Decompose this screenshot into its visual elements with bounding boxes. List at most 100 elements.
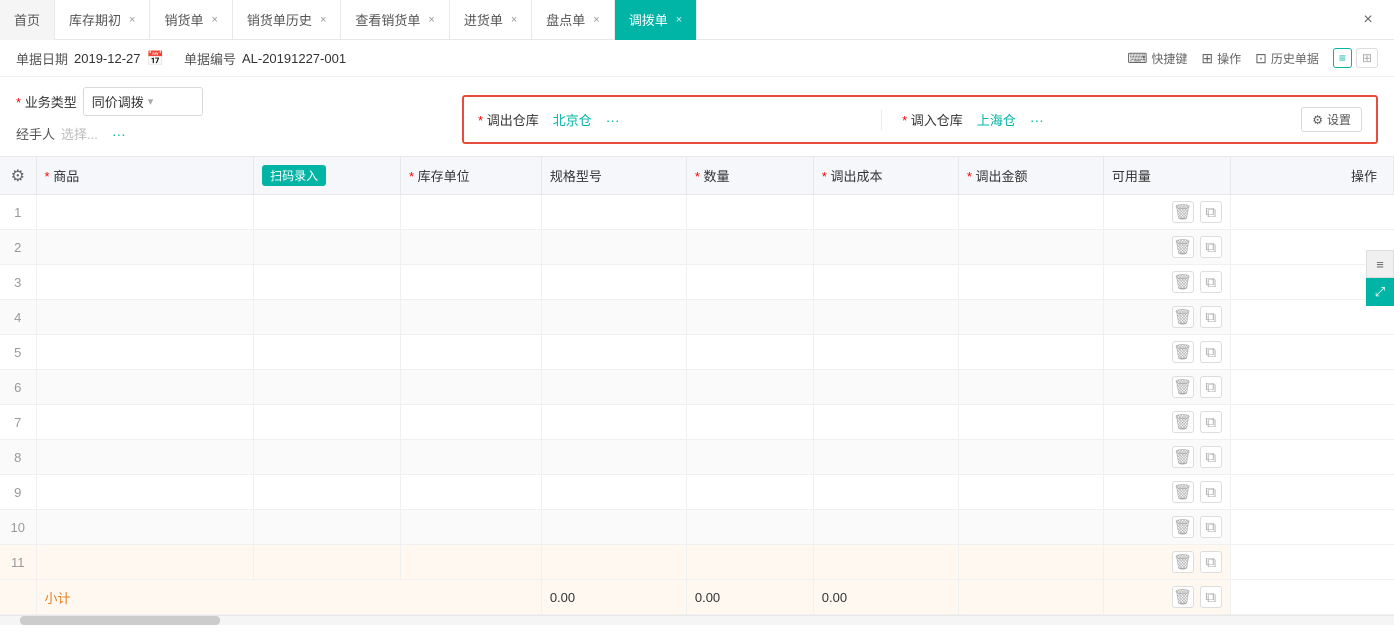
tab-inventory-init[interactable]: 库存期初 × [55,0,150,40]
row-avail[interactable] [958,475,1103,510]
tab-view-sales-close[interactable]: × [428,14,434,26]
row-cost[interactable] [686,405,813,440]
row-spec[interactable] [400,265,541,300]
row-cost[interactable] [686,475,813,510]
row-goods[interactable] [36,475,254,510]
horizontal-scrollbar[interactable] [0,615,1394,625]
subtotal-delete-button[interactable]: 🗑 [1172,586,1194,608]
float-expand-button[interactable]: ⤢ [1366,278,1394,306]
to-warehouse-more-button[interactable]: ··· [1030,112,1044,128]
row-cost[interactable] [686,370,813,405]
row-cost[interactable] [686,440,813,475]
copy-row-button[interactable]: ⧉ [1200,446,1222,468]
operation-button[interactable]: ⊞ 操作 [1201,50,1241,67]
row-avail[interactable] [958,440,1103,475]
tab-sales-order[interactable]: 销货单 × [150,0,232,40]
row-goods[interactable] [36,405,254,440]
row-cost[interactable] [686,265,813,300]
row-cost[interactable] [686,510,813,545]
row-amount[interactable] [813,475,958,510]
row-qty[interactable] [541,195,686,230]
list-view-button[interactable]: ≡ [1333,48,1352,68]
row-spec[interactable] [400,545,541,580]
biz-type-select[interactable]: 同价调拨 ▾ [83,87,203,116]
scan-entry-button[interactable]: 扫码录入 [262,165,326,186]
tab-view-sales[interactable]: 查看销货单 × [341,0,449,40]
tab-inventory-init-close[interactable]: × [129,14,135,26]
from-warehouse-more-button[interactable]: ··· [606,112,620,128]
row-qty[interactable] [541,440,686,475]
delete-row-button[interactable]: 🗑 [1172,236,1194,258]
tab-stocktake-close[interactable]: × [593,14,599,26]
delete-row-button[interactable]: 🗑 [1172,481,1194,503]
copy-row-button[interactable]: ⧉ [1200,271,1222,293]
row-goods[interactable] [36,265,254,300]
row-spec[interactable] [400,300,541,335]
row-amount[interactable] [813,370,958,405]
row-unit[interactable] [254,335,401,370]
row-spec[interactable] [400,510,541,545]
row-cost[interactable] [686,300,813,335]
calendar-icon[interactable]: 📅 [147,50,164,67]
row-cost[interactable] [686,195,813,230]
row-spec[interactable] [400,370,541,405]
row-goods[interactable] [36,370,254,405]
row-unit[interactable] [254,405,401,440]
delete-row-button[interactable]: 🗑 [1172,551,1194,573]
grid-view-button[interactable]: ⊞ [1356,48,1378,68]
row-qty[interactable] [541,300,686,335]
copy-row-button[interactable]: ⧉ [1200,411,1222,433]
row-avail[interactable] [958,195,1103,230]
row-amount[interactable] [813,195,958,230]
delete-row-button[interactable]: 🗑 [1172,376,1194,398]
row-goods[interactable] [36,300,254,335]
row-qty[interactable] [541,265,686,300]
copy-row-button[interactable]: ⧉ [1200,306,1222,328]
row-qty[interactable] [541,545,686,580]
scroll-thumb[interactable] [20,616,220,625]
row-spec[interactable] [400,475,541,510]
row-unit[interactable] [254,195,401,230]
row-avail[interactable] [958,335,1103,370]
row-cost[interactable] [686,545,813,580]
row-goods[interactable] [36,440,254,475]
delete-row-button[interactable]: 🗑 [1172,271,1194,293]
row-avail[interactable] [958,370,1103,405]
row-amount[interactable] [813,545,958,580]
row-unit[interactable] [254,230,401,265]
row-amount[interactable] [813,440,958,475]
row-unit[interactable] [254,370,401,405]
tab-sales-order-close[interactable]: × [211,14,217,26]
row-spec[interactable] [400,405,541,440]
delete-row-button[interactable]: 🗑 [1172,341,1194,363]
row-goods[interactable] [36,545,254,580]
tab-transfer-close[interactable]: × [676,14,682,26]
delete-row-button[interactable]: 🗑 [1172,446,1194,468]
row-spec[interactable] [400,195,541,230]
tab-stocktake[interactable]: 盘点单 × [532,0,614,40]
row-qty[interactable] [541,475,686,510]
row-qty[interactable] [541,335,686,370]
float-list-button[interactable]: ≡ [1366,250,1394,278]
row-qty[interactable] [541,230,686,265]
tab-sales-history-close[interactable]: × [320,14,326,26]
row-goods[interactable] [36,230,254,265]
copy-row-button[interactable]: ⧉ [1200,481,1222,503]
row-cost[interactable] [686,335,813,370]
row-avail[interactable] [958,265,1103,300]
person-more-button[interactable]: ··· [112,126,126,142]
row-unit[interactable] [254,545,401,580]
row-goods[interactable] [36,335,254,370]
tab-purchase-order-close[interactable]: × [511,14,517,26]
row-avail[interactable] [958,300,1103,335]
row-amount[interactable] [813,230,958,265]
row-spec[interactable] [400,335,541,370]
delete-row-button[interactable]: 🗑 [1172,306,1194,328]
copy-row-button[interactable]: ⧉ [1200,551,1222,573]
delete-row-button[interactable]: 🗑 [1172,201,1194,223]
row-unit[interactable] [254,300,401,335]
row-goods[interactable] [36,195,254,230]
row-avail[interactable] [958,510,1103,545]
row-unit[interactable] [254,440,401,475]
copy-row-button[interactable]: ⧉ [1200,341,1222,363]
